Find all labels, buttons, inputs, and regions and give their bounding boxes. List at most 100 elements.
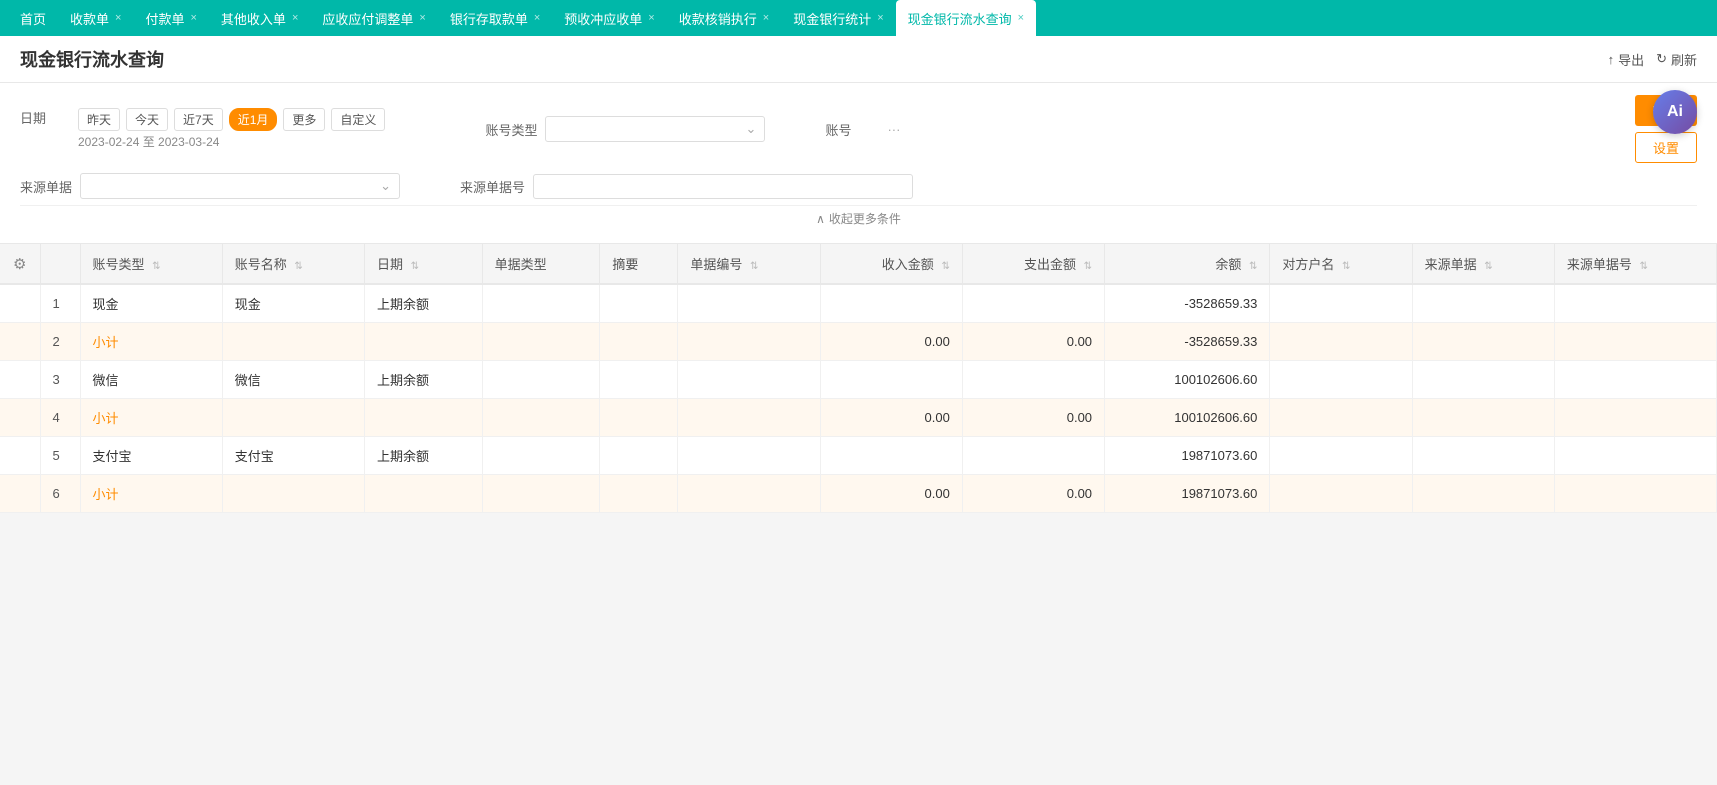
td-account-type: 小计 <box>80 323 222 361</box>
table-row: 2 小计 0.00 0.00 -3528659.33 <box>0 323 1717 361</box>
close-tab-5-icon[interactable]: × <box>648 12 654 24</box>
nav-tab-1[interactable]: 付款单 × <box>133 0 208 36</box>
account-dots[interactable]: ··· <box>883 118 904 141</box>
nav-tab-5[interactable]: 预收冲应收单 × <box>552 0 666 36</box>
th-doc-no[interactable]: 单据编号 ⇅ <box>678 244 820 284</box>
top-nav: 首页 收款单 × 付款单 × 其他收入单 × 应收应付调整单 × 银行存取款单 … <box>0 0 1717 36</box>
account-type-select[interactable]: ⌄ <box>545 116 765 142</box>
close-tab-3-icon[interactable]: × <box>419 12 425 24</box>
collapse-label: 收起更多条件 <box>829 210 901 227</box>
td-date: 上期余额 <box>364 437 482 475</box>
td-summary <box>600 323 678 361</box>
source-doc-no-input[interactable] <box>533 174 913 199</box>
td-counterpart <box>1270 361 1412 399</box>
header-actions: ↑ 导出 ↻ 刷新 <box>1608 50 1697 69</box>
th-account-name[interactable]: 账号名称 ⇅ <box>222 244 364 284</box>
date-more-btn[interactable]: 更多 <box>283 108 325 131</box>
nav-home[interactable]: 首页 <box>8 0 58 36</box>
nav-tab-6[interactable]: 收款核销执行 × <box>667 0 781 36</box>
date-range-display: 2023-02-24 至 2023-03-24 <box>78 133 385 150</box>
close-tab-0-icon[interactable]: × <box>115 12 121 24</box>
td-counterpart <box>1270 399 1412 437</box>
td-doc-type <box>482 399 600 437</box>
td-doc-no <box>678 437 820 475</box>
refresh-button[interactable]: ↻ 刷新 <box>1656 50 1697 69</box>
account-filter-group: 账号 ··· <box>825 118 904 141</box>
th-date[interactable]: 日期 ⇅ <box>364 244 482 284</box>
td-source-doc-no <box>1554 284 1716 323</box>
account-label: 账号 <box>825 120 875 139</box>
td-balance: -3528659.33 <box>1105 323 1270 361</box>
ai-badge[interactable]: Ai <box>1653 90 1697 134</box>
td-counterpart <box>1270 437 1412 475</box>
date-yesterday-btn[interactable]: 昨天 <box>78 108 120 131</box>
th-account-type[interactable]: 账号类型 ⇅ <box>80 244 222 284</box>
th-source-doc[interactable]: 来源单据 ⇅ <box>1412 244 1554 284</box>
settings-button[interactable]: 设置 <box>1635 132 1697 163</box>
td-source-doc <box>1412 475 1554 513</box>
table-settings-icon[interactable]: ⚙ <box>13 256 26 273</box>
table-row: 5 支付宝 支付宝 上期余额 19871073.60 <box>0 437 1717 475</box>
nav-tab-4[interactable]: 银行存取款单 × <box>438 0 552 36</box>
close-tab-1-icon[interactable]: × <box>190 12 196 24</box>
td-summary <box>600 399 678 437</box>
td-income <box>820 284 962 323</box>
td-account-type: 小计 <box>80 399 222 437</box>
td-source-doc <box>1412 361 1554 399</box>
table-row: 3 微信 微信 上期余额 100102606.60 <box>0 361 1717 399</box>
td-income <box>820 361 962 399</box>
sort-expense-icon: ⇅ <box>1084 261 1092 272</box>
close-tab-2-icon[interactable]: × <box>292 12 298 24</box>
nav-tab-2[interactable]: 其他收入单 × <box>209 0 310 36</box>
date-filter-label: 日期 <box>20 108 70 127</box>
source-doc-chevron-icon: ⌄ <box>380 178 391 194</box>
th-expense[interactable]: 支出金额 ⇅ <box>962 244 1104 284</box>
nav-tab-7[interactable]: 现金银行统计 × <box>781 0 895 36</box>
td-date <box>364 323 482 361</box>
td-index: 2 <box>40 323 80 361</box>
ai-label: Ai <box>1667 103 1683 121</box>
td-account-type: 微信 <box>80 361 222 399</box>
td-date: 上期余额 <box>364 284 482 323</box>
sort-account-type-icon: ⇅ <box>152 261 160 272</box>
page-header: 现金银行流水查询 ↑ 导出 ↻ 刷新 <box>0 36 1717 83</box>
td-settings <box>0 437 40 475</box>
nav-tab-3[interactable]: 应收应付调整单 × <box>310 0 437 36</box>
td-index: 4 <box>40 399 80 437</box>
collapse-bar[interactable]: ∧ 收起更多条件 <box>20 205 1697 231</box>
source-doc-no-label: 来源单据号 <box>460 177 525 196</box>
collapse-up-icon: ∧ <box>816 212 825 226</box>
td-summary <box>600 284 678 323</box>
account-type-label: 账号类型 <box>485 120 537 139</box>
close-tab-8-icon[interactable]: × <box>1018 12 1024 24</box>
td-balance: -3528659.33 <box>1105 284 1270 323</box>
td-income: 0.00 <box>820 399 962 437</box>
date-1month-btn[interactable]: 近1月 <box>229 108 278 131</box>
sort-income-icon: ⇅ <box>941 261 949 272</box>
sort-source-doc-no-icon: ⇅ <box>1639 261 1647 272</box>
td-settings <box>0 284 40 323</box>
close-tab-4-icon[interactable]: × <box>534 12 540 24</box>
th-source-doc-no[interactable]: 来源单据号 ⇅ <box>1554 244 1716 284</box>
td-summary <box>600 437 678 475</box>
th-balance[interactable]: 余额 ⇅ <box>1105 244 1270 284</box>
td-expense: 0.00 <box>962 399 1104 437</box>
close-tab-6-icon[interactable]: × <box>763 12 769 24</box>
date-today-btn[interactable]: 今天 <box>126 108 168 131</box>
date-custom-btn[interactable]: 自定义 <box>331 108 385 131</box>
sort-date-icon: ⇅ <box>411 261 419 272</box>
nav-tab-0[interactable]: 收款单 × <box>58 0 133 36</box>
td-index: 3 <box>40 361 80 399</box>
close-tab-7-icon[interactable]: × <box>877 12 883 24</box>
source-doc-select[interactable]: ⌄ <box>80 173 400 199</box>
nav-tab-8[interactable]: 现金银行流水查询 × <box>896 0 1036 36</box>
td-settings <box>0 399 40 437</box>
td-account-type: 现金 <box>80 284 222 323</box>
account-type-chevron-icon: ⌄ <box>746 121 757 137</box>
td-expense: 0.00 <box>962 323 1104 361</box>
date-7days-btn[interactable]: 近7天 <box>174 108 223 131</box>
th-counterpart[interactable]: 对方户名 ⇅ <box>1270 244 1412 284</box>
export-button[interactable]: ↑ 导出 <box>1608 50 1645 69</box>
date-options-wrapper: 昨天 今天 近7天 近1月 更多 自定义 2023-02-24 至 2023-0… <box>78 108 385 150</box>
th-income[interactable]: 收入金额 ⇅ <box>820 244 962 284</box>
